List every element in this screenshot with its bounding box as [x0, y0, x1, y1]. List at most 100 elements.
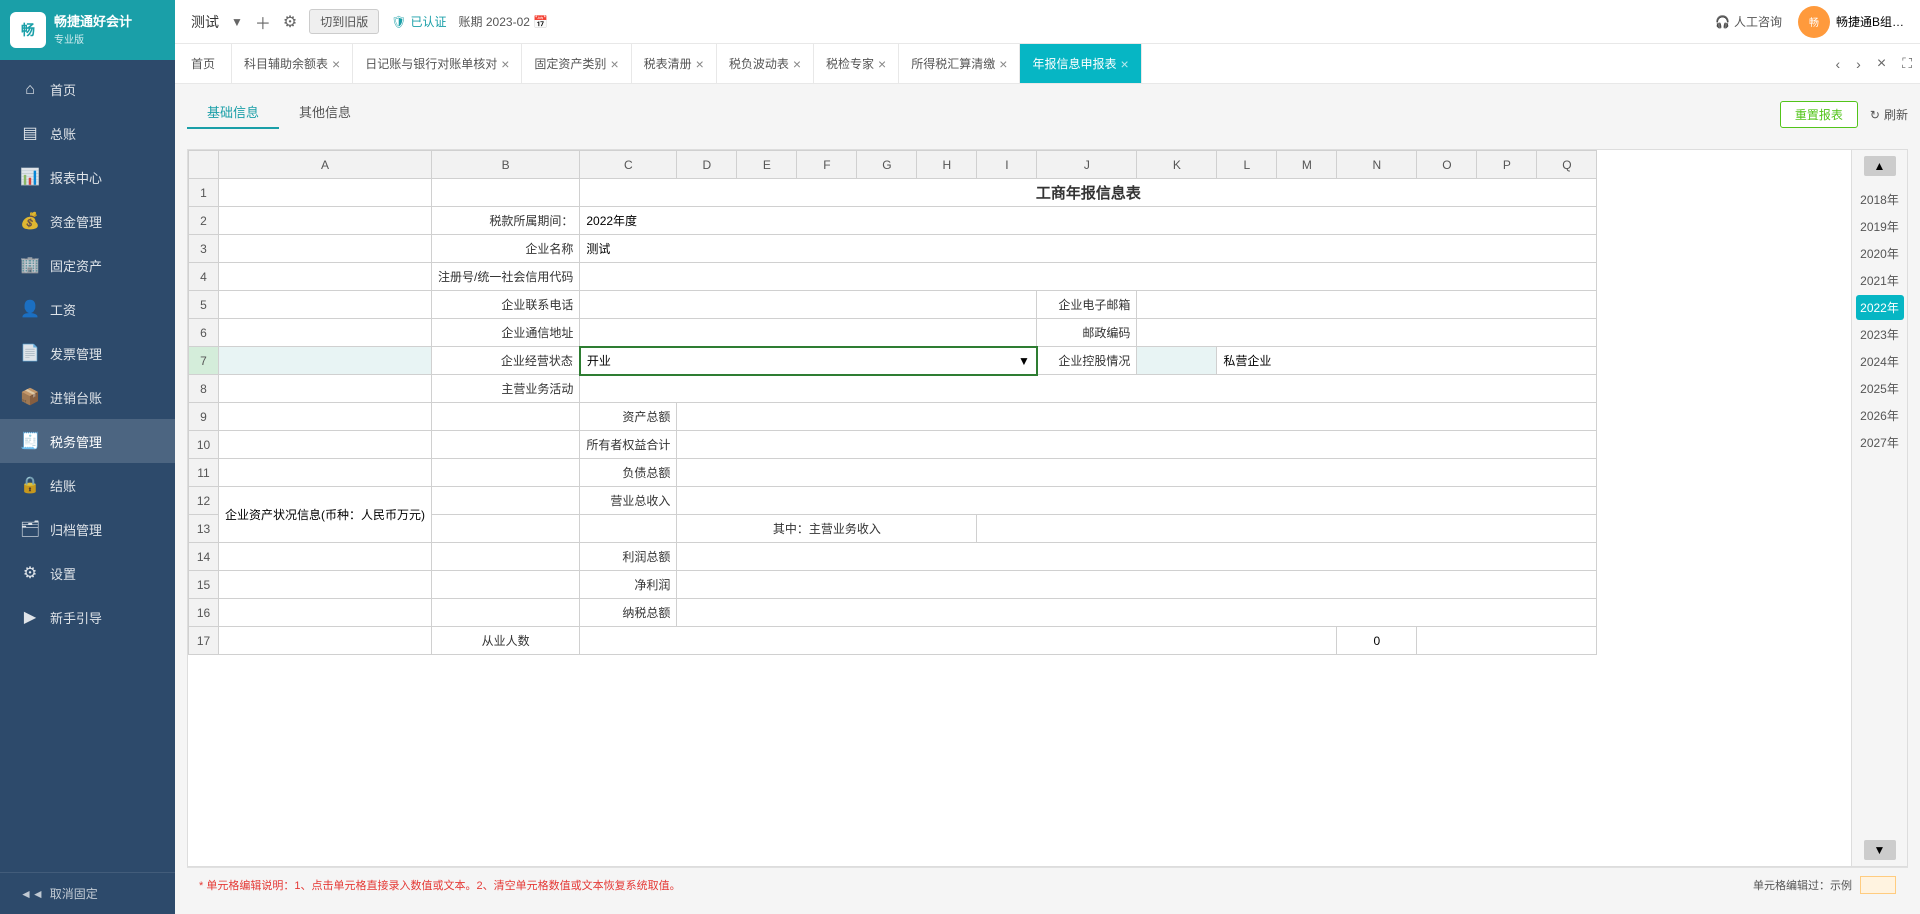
- sidebar-item-salary[interactable]: 👤 工资: [0, 287, 175, 331]
- cell-4c[interactable]: [580, 263, 1597, 291]
- cell-8c[interactable]: [580, 375, 1597, 403]
- sidebar-item-home[interactable]: ⌂ 首页: [0, 68, 175, 111]
- cell-6k[interactable]: [1137, 319, 1597, 347]
- cell-2c[interactable]: 2022年度: [580, 207, 1597, 235]
- sidebar-item-inventory[interactable]: 📦 进销台账: [0, 375, 175, 419]
- tab-taxwave[interactable]: 税负波动表 ×: [717, 44, 814, 83]
- tab-close-taxwave[interactable]: ×: [793, 56, 801, 72]
- archive-icon: 🗂: [20, 519, 40, 539]
- side-up-arrow-button[interactable]: ▲: [1864, 156, 1896, 176]
- tab-taxcheck[interactable]: 税检专家 ×: [814, 44, 899, 83]
- cell-5a: [219, 291, 432, 319]
- topbar-add-button[interactable]: ＋: [255, 10, 271, 34]
- table-row: 4 注册号/统一社会信用代码: [189, 263, 1597, 291]
- side-down-arrow-button[interactable]: ▼: [1864, 840, 1896, 860]
- tab-close-assets[interactable]: ×: [610, 56, 618, 72]
- cell-5k[interactable]: [1137, 291, 1597, 319]
- sidebar-item-finance[interactable]: 💰 资金管理: [0, 199, 175, 243]
- row-num-11: 11: [189, 459, 219, 487]
- sidebar-item-invoice[interactable]: 📄 发票管理: [0, 331, 175, 375]
- year-2020[interactable]: 2020年: [1856, 241, 1904, 266]
- tab-journal[interactable]: 日记账与银行对账单核对 ×: [353, 44, 522, 83]
- refresh-button[interactable]: ↻ 刷新: [1870, 106, 1908, 123]
- cell-10d[interactable]: [677, 431, 1597, 459]
- dropdown-arrow-icon[interactable]: ▼: [1018, 354, 1030, 368]
- cell-11a: [219, 459, 432, 487]
- sidebar-item-archive[interactable]: 🗂 归档管理: [0, 507, 175, 551]
- tab-close-annual[interactable]: ×: [1120, 56, 1128, 72]
- tab-aux[interactable]: 科目辅助余额表 ×: [232, 44, 353, 83]
- tab-taxform[interactable]: 税表清册 ×: [632, 44, 717, 83]
- footer-bar: * 单元格编辑说明：1、点击单元格直接录入数值或文本。2、清空单元格数值或文本恢…: [187, 867, 1908, 902]
- sidebar-item-assets[interactable]: 🏢 固定资产: [0, 243, 175, 287]
- col-header-b: B: [432, 151, 580, 179]
- cell-16d[interactable]: [677, 599, 1597, 627]
- cell-13i[interactable]: [977, 515, 1597, 543]
- tab-close-journal[interactable]: ×: [501, 56, 509, 72]
- year-2023[interactable]: 2023年: [1856, 322, 1904, 347]
- cell-7c[interactable]: 开业 ▼: [580, 347, 1037, 375]
- cell-17o[interactable]: [1417, 627, 1597, 655]
- user-menu-button[interactable]: 畅 畅捷通B组…: [1798, 6, 1904, 38]
- cell-7l[interactable]: 私营企业: [1217, 347, 1597, 375]
- sidebar-item-report[interactable]: 📊 报表中心: [0, 155, 175, 199]
- cell-9d[interactable]: [677, 403, 1597, 431]
- year-2022[interactable]: 2022年: [1856, 295, 1904, 320]
- tab-close-taxcheck[interactable]: ×: [878, 56, 886, 72]
- sidebar-item-close[interactable]: 🔒 结账: [0, 463, 175, 507]
- tab-income[interactable]: 所得税汇算清缴 ×: [899, 44, 1020, 83]
- sidebar-item-guide[interactable]: ▶ 新手引导: [0, 595, 175, 639]
- cell-14d[interactable]: [677, 543, 1597, 571]
- table-row: 1 工商年报信息表: [189, 179, 1597, 207]
- tab-close-aux[interactable]: ×: [332, 56, 340, 72]
- sub-tab-basic[interactable]: 基础信息: [187, 96, 279, 129]
- ledger-icon: ▤: [20, 123, 40, 143]
- sub-tab-other[interactable]: 其他信息: [279, 96, 371, 129]
- expand-view-button[interactable]: ⛶: [1894, 55, 1920, 72]
- tab-annual[interactable]: 年报信息申报表 ×: [1020, 44, 1141, 83]
- year-2027[interactable]: 2027年: [1856, 430, 1904, 455]
- year-2025[interactable]: 2025年: [1856, 376, 1904, 401]
- cell-12d[interactable]: [677, 487, 1597, 515]
- example-cell: [1860, 876, 1896, 894]
- tab-close-income[interactable]: ×: [999, 56, 1007, 72]
- tab-scroll-left-button[interactable]: ‹: [1828, 56, 1849, 72]
- cell-11d[interactable]: [677, 459, 1597, 487]
- col-header-c: C: [580, 151, 677, 179]
- year-2019[interactable]: 2019年: [1856, 214, 1904, 239]
- topbar-dropdown-icon[interactable]: ▼: [231, 15, 243, 29]
- cell-17n[interactable]: 0: [1337, 627, 1417, 655]
- cell-5c[interactable]: [580, 291, 1037, 319]
- sidebar-logo: 畅 畅捷通好会计 专业版: [0, 0, 175, 60]
- reset-report-button[interactable]: 重置报表: [1780, 101, 1858, 128]
- sidebar-item-tax[interactable]: 🧾 税务管理: [0, 419, 175, 463]
- sidebar-item-settings[interactable]: ⚙ 设置: [0, 551, 175, 595]
- switch-old-version-button[interactable]: 切到旧版: [309, 9, 379, 34]
- cell-17c[interactable]: [580, 627, 1337, 655]
- year-2018[interactable]: 2018年: [1856, 187, 1904, 212]
- cell-1-title[interactable]: 工商年报信息表: [580, 179, 1597, 207]
- year-2024[interactable]: 2024年: [1856, 349, 1904, 374]
- table-row: 7 企业经营状态 开业 ▼ 企业控股情况: [189, 347, 1597, 375]
- cell-5j: 企业电子邮箱: [1037, 291, 1137, 319]
- tab-close-taxform[interactable]: ×: [696, 56, 704, 72]
- year-2026[interactable]: 2026年: [1856, 403, 1904, 428]
- cell-15c: 净利润: [580, 571, 677, 599]
- topbar-settings-button[interactable]: ⚙: [283, 12, 297, 32]
- cell-15d[interactable]: [677, 571, 1597, 599]
- sidebar-item-ledger[interactable]: ▤ 总账: [0, 111, 175, 155]
- tab-home[interactable]: 首页: [175, 44, 232, 83]
- service-button[interactable]: 🎧 人工咨询: [1715, 13, 1782, 30]
- tab-scroll-right-button[interactable]: ›: [1848, 56, 1869, 72]
- cell-6c[interactable]: [580, 319, 1037, 347]
- close-all-tabs-button[interactable]: ×: [1869, 55, 1894, 73]
- tab-assets[interactable]: 固定资产类别 ×: [522, 44, 631, 83]
- sidebar-collapse-button[interactable]: ◄◄ 取消固定: [0, 872, 175, 914]
- cell-3c[interactable]: 测试: [580, 235, 1597, 263]
- spreadsheet-main[interactable]: A B C D E F G H I J K L: [188, 150, 1851, 866]
- year-2021[interactable]: 2021年: [1856, 268, 1904, 293]
- cell-7j: 企业控股情况: [1037, 347, 1137, 375]
- row-num-8: 8: [189, 375, 219, 403]
- report-icon: 📊: [20, 167, 40, 187]
- guide-icon: ▶: [20, 607, 40, 627]
